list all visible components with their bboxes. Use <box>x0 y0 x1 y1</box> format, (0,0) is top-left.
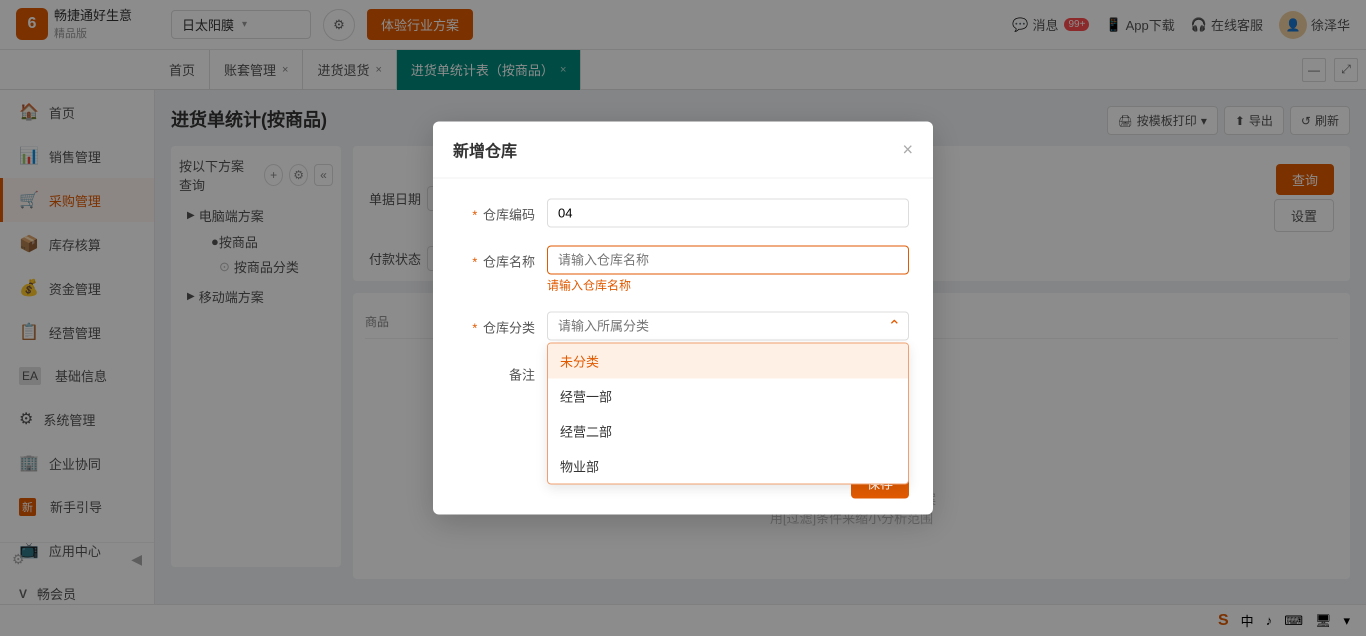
category-chevron-icon[interactable]: ⌃ <box>888 316 901 336</box>
name-label: * 仓库名称 <box>457 246 547 271</box>
category-dropdown: 未分类 经营一部 经营二部 物业部 <box>547 343 909 485</box>
name-field-wrap: 请输入仓库名称 <box>547 246 909 294</box>
dropdown-item-none[interactable]: 未分类 <box>548 344 908 379</box>
dialog-close-button[interactable]: × <box>902 139 913 160</box>
category-input[interactable] <box>547 312 909 341</box>
note-label: 备注 <box>457 359 547 384</box>
dropdown-item-dept1[interactable]: 经营一部 <box>548 379 908 414</box>
required-star-category: * <box>472 321 477 336</box>
add-warehouse-dialog: 新增仓库 × * 仓库编码 * 仓库名称 请输入仓库名称 <box>433 122 933 515</box>
name-error-message: 请输入仓库名称 <box>547 277 909 294</box>
category-label: * 仓库分类 <box>457 312 547 337</box>
dialog-title: 新增仓库 <box>453 138 517 162</box>
code-field-wrap <box>547 199 909 228</box>
dialog-body: * 仓库编码 * 仓库名称 请输入仓库名称 * 仓库分类 <box>433 179 933 456</box>
required-star-name: * <box>472 255 477 270</box>
required-star-code: * <box>472 208 477 223</box>
category-field-wrap: ⌃ 未分类 经营一部 经营二部 物业部 <box>547 312 909 341</box>
form-row-name: * 仓库名称 请输入仓库名称 <box>457 246 909 294</box>
dialog-header: 新增仓库 × <box>433 122 933 179</box>
dropdown-item-dept2[interactable]: 经营二部 <box>548 414 908 449</box>
name-input[interactable] <box>547 246 909 275</box>
form-row-category: * 仓库分类 ⌃ 未分类 经营一部 经营二部 物业部 <box>457 312 909 341</box>
dropdown-item-dept3[interactable]: 物业部 <box>548 449 908 484</box>
form-row-code: * 仓库编码 <box>457 199 909 228</box>
code-label: * 仓库编码 <box>457 199 547 224</box>
code-input[interactable] <box>547 199 909 228</box>
